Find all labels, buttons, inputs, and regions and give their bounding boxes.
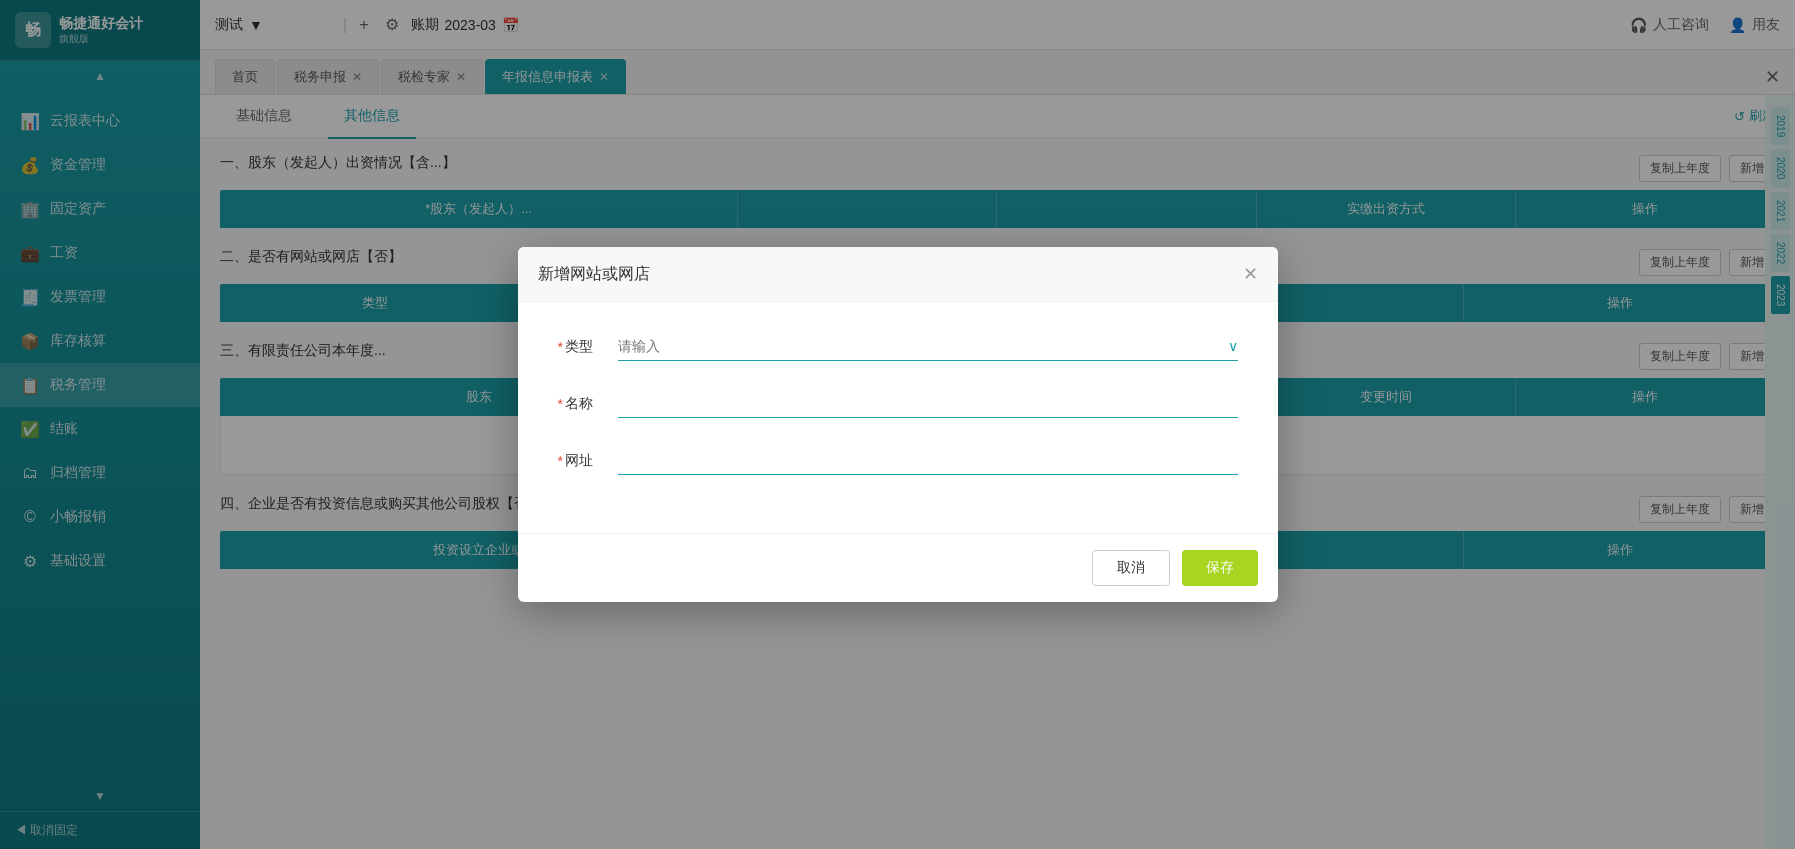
save-button[interactable]: 保存 [1182,550,1258,586]
url-label: * 网址 [558,452,618,470]
dialog-footer: 取消 保存 [518,533,1278,602]
cancel-button[interactable]: 取消 [1092,550,1170,586]
dialog-close-button[interactable]: ✕ [1243,263,1258,285]
dialog-header: 新增网站或网店 ✕ [518,247,1278,302]
dialog-body: * 类型 ∨ * 名称 * 网址 [518,302,1278,533]
form-field-name: * 名称 [558,389,1238,418]
dialog-title: 新增网站或网店 [538,264,650,285]
type-input-wrapper: ∨ [618,332,1238,361]
type-dropdown-arrow[interactable]: ∨ [1228,338,1238,354]
form-field-type: * 类型 ∨ [558,332,1238,361]
url-input-wrapper [618,446,1238,475]
name-input[interactable] [618,395,1238,411]
dialog: 新增网站或网店 ✕ * 类型 ∨ * 名称 [518,247,1278,602]
type-label: * 类型 [558,338,618,356]
url-input[interactable] [618,452,1238,468]
type-input[interactable] [618,338,1228,354]
name-label: * 名称 [558,395,618,413]
dialog-overlay[interactable]: 新增网站或网店 ✕ * 类型 ∨ * 名称 [0,0,1795,849]
form-field-url: * 网址 [558,446,1238,475]
name-input-wrapper [618,389,1238,418]
